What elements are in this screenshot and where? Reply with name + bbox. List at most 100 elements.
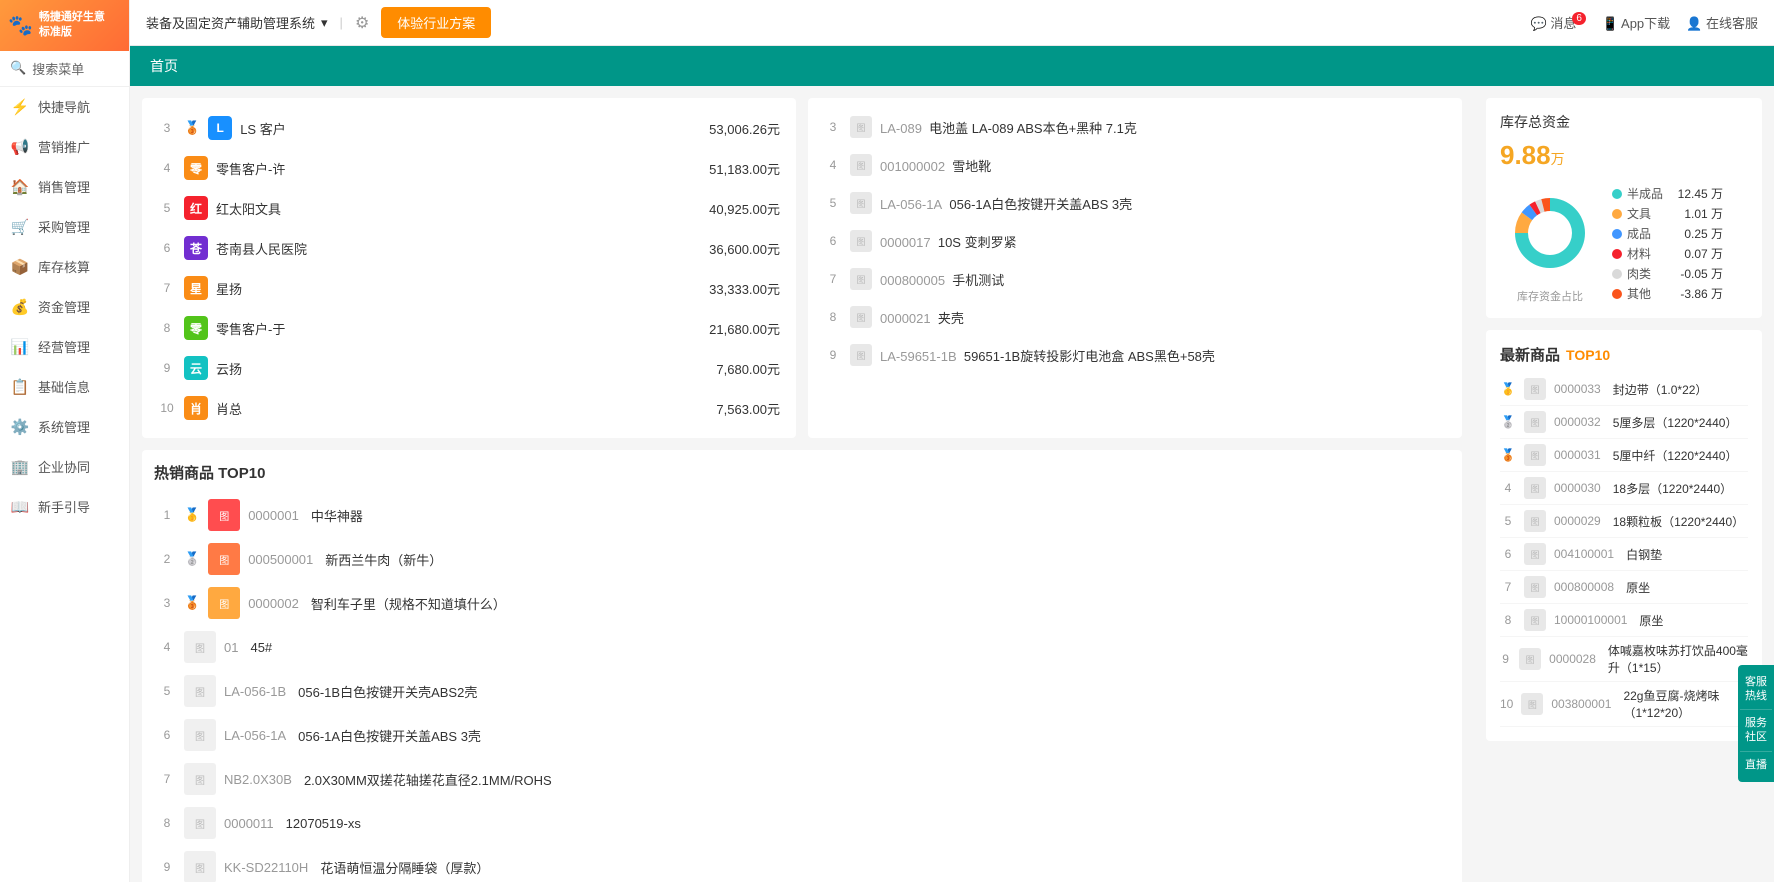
hot-product-item: 5 图 LA-056-1B 056-1B白色按键开关壳ABS2壳 [154, 669, 1450, 713]
legend-value: 0.07 万 [1668, 245, 1723, 262]
newest-product-item: 🥇 图 0000033 封边带（1.0*22） [1500, 373, 1748, 406]
sidebar-item-operation[interactable]: 📊经营管理 [0, 327, 129, 367]
sidebar-item-label: 资金管理 [38, 297, 90, 316]
top-products-right-list: 3 图 LA-089 电池盖 LA-089 ABS本色+黑种 7.1克 4 图 … [820, 110, 1450, 372]
product-code: 0000011 [224, 816, 274, 831]
donut-chart: 库存资金占比 [1500, 183, 1600, 304]
gold-medal-icon: 🥇 [184, 507, 200, 523]
sidebar-item-label: 经营管理 [38, 337, 90, 356]
product-img: 图 [850, 192, 872, 214]
legend-value: 12.45 万 [1668, 185, 1723, 202]
sidebar-item-purchase[interactable]: 🛒采购管理 [0, 207, 129, 247]
app-logo: 🐾 畅捷通好生意 标准版 [0, 0, 129, 51]
legend-dot [1612, 289, 1622, 299]
sales-icon: 🏠 [10, 177, 30, 197]
settings-icon[interactable]: ⚙ [355, 13, 369, 33]
sidebar-item-sales[interactable]: 🏠 销售管理 [0, 167, 129, 207]
sidebar-item-finance[interactable]: 💰 资金管理 [0, 287, 129, 327]
search-icon: 🔍 [10, 60, 26, 76]
product-img: 图 [1524, 477, 1546, 499]
sidebar-item-marketing[interactable]: 📢营销推广 [0, 127, 129, 167]
rank-number: 9 [158, 361, 176, 375]
product-name: 056-1B白色按键开关壳ABS2壳 [298, 682, 477, 701]
topbar: 装备及固定资产辅助管理系统 ▾ | ⚙ 体验行业方案 💬 消息6 📱 App下载… [130, 0, 1774, 46]
product-name: 花语萌恒温分隔睡袋（厚款） [320, 858, 489, 877]
top-product-right-item: 5 图 LA-056-1A 056-1A白色按键开关盖ABS 3壳 [820, 186, 1450, 220]
legend-value: -0.05 万 [1668, 265, 1723, 282]
quick-nav-icon: ⚡ [10, 97, 30, 117]
product-name: 封边带（1.0*22） [1613, 381, 1708, 398]
product-name: 12070519-xs [286, 816, 361, 831]
silver-medal-icon: 🥈 [1500, 415, 1516, 429]
top-customer-item: 10 肖 肖总 7,563.00元 [154, 390, 784, 426]
customer-name: 苍南县人民医院 [216, 239, 701, 258]
sidebar-item-system[interactable]: ⚙️系统管理 [0, 407, 129, 447]
divider: | [340, 15, 343, 30]
newest-product-item: 🥈 图 0000032 5厘多层（1220*2440） [1500, 406, 1748, 439]
top-customer-item: 8 零 零售客户-于 21,680.00元 [154, 310, 784, 346]
cs-float-item[interactable]: 服务社区 [1740, 710, 1772, 752]
product-thumbnail-placeholder: 图 [184, 675, 216, 707]
customer-amount: 33,333.00元 [709, 279, 780, 298]
hot-product-item: 1 🥇 图 0000001 中华神器 [154, 493, 1450, 537]
tab-home[interactable]: 首页 [130, 46, 198, 86]
sidebar-item-enterprise[interactable]: 🏢企业协同 [0, 447, 129, 487]
system-selector[interactable]: 装备及固定资产辅助管理系统 ▾ [146, 13, 328, 32]
product-code: LA-056-1B [224, 684, 286, 699]
rank-number: 9 [1500, 652, 1511, 666]
bronze-medal-icon: 🥉 [184, 595, 200, 611]
product-code: 10000100001 [1554, 613, 1627, 627]
hot-product-item: 8 图 0000011 12070519-xs [154, 801, 1450, 845]
rank-number: 9 [824, 348, 842, 362]
rank-number: 2 [158, 552, 176, 566]
cs-float-item[interactable]: 直播 [1740, 752, 1772, 778]
product-name: 原坐 [1639, 612, 1663, 629]
customer-avatar: 肖 [184, 396, 208, 420]
product-thumbnail: 图 [208, 543, 240, 575]
product-code: 0000001 [248, 508, 299, 523]
finance-icon: 💰 [10, 297, 30, 317]
message-btn[interactable]: 💬 消息6 [1531, 13, 1586, 32]
product-code: KK-SD22110H [224, 860, 308, 875]
product-info: LA-089 电池盖 LA-089 ABS本色+黑种 7.1克 [880, 118, 1137, 137]
product-name: 18颗粒板（1220*2440） [1613, 513, 1744, 530]
customer-amount: 21,680.00元 [709, 319, 780, 338]
top-product-right-item: 4 图 001000002 雪地靴 [820, 148, 1450, 182]
sidebar-item-label: 系统管理 [38, 417, 90, 436]
product-img: 图 [1524, 510, 1546, 532]
product-info: 001000002 雪地靴 [880, 156, 991, 175]
legend-label: 半成品 [1627, 185, 1663, 202]
sidebar-item-label: 快捷导航 [38, 97, 90, 116]
top-customer-item: 7 星 星扬 33,333.00元 [154, 270, 784, 306]
product-code: 0000031 [1554, 448, 1601, 462]
product-thumbnail-placeholder: 图 [184, 719, 216, 751]
inventory-card: 库存总资金 9.88万 库存资金占比 半成品 12.45 万 文具 [1486, 98, 1762, 318]
sidebar-item-newbie[interactable]: 📖新手引导 [0, 487, 129, 527]
product-code: 003800001 [1551, 697, 1611, 711]
rank-number: 9 [158, 860, 176, 874]
product-img: 图 [1519, 648, 1541, 670]
content-middle: 3 🥉 L LS 客户 53,006.26元 4 零 零售客户-许 51,183… [130, 86, 1474, 882]
right-panel: 库存总资金 9.88万 库存资金占比 半成品 12.45 万 文具 [1474, 86, 1774, 882]
rank-number: 8 [158, 321, 176, 335]
sidebar-search[interactable]: 🔍 搜索菜单 [0, 51, 129, 87]
sidebar-item-label: 销售管理 [38, 177, 90, 196]
sidebar-item-quick-nav[interactable]: ⚡ 快捷导航 [0, 87, 129, 127]
sidebar-item-inventory[interactable]: 📦库存核算 [0, 247, 129, 287]
newest-product-item: 7 图 000800008 原坐 [1500, 571, 1748, 604]
online-service-btn[interactable]: 👤 在线客服 [1686, 13, 1758, 32]
product-info: LA-056-1A 056-1A白色按键开关盖ABS 3壳 [880, 194, 1132, 213]
silver-medal-icon: 🥈 [184, 551, 200, 567]
rank-number: 10 [158, 401, 176, 415]
product-code: 004100001 [1554, 547, 1614, 561]
newest-product-item: 🥉 图 0000031 5厘中纤（1220*2440） [1500, 439, 1748, 472]
rank-number: 6 [824, 234, 842, 248]
app-download-btn[interactable]: 📱 App下载 [1602, 13, 1670, 32]
sidebar-item-basic-info[interactable]: 📋基础信息 [0, 367, 129, 407]
legend-label: 成品 [1627, 225, 1663, 242]
product-img: 图 [1524, 444, 1546, 466]
product-code: 000500001 [248, 552, 313, 567]
trial-btn[interactable]: 体验行业方案 [381, 7, 491, 38]
cs-float-item[interactable]: 客服热线 [1740, 669, 1772, 711]
legend-item: 文具 1.01 万 [1612, 205, 1723, 222]
